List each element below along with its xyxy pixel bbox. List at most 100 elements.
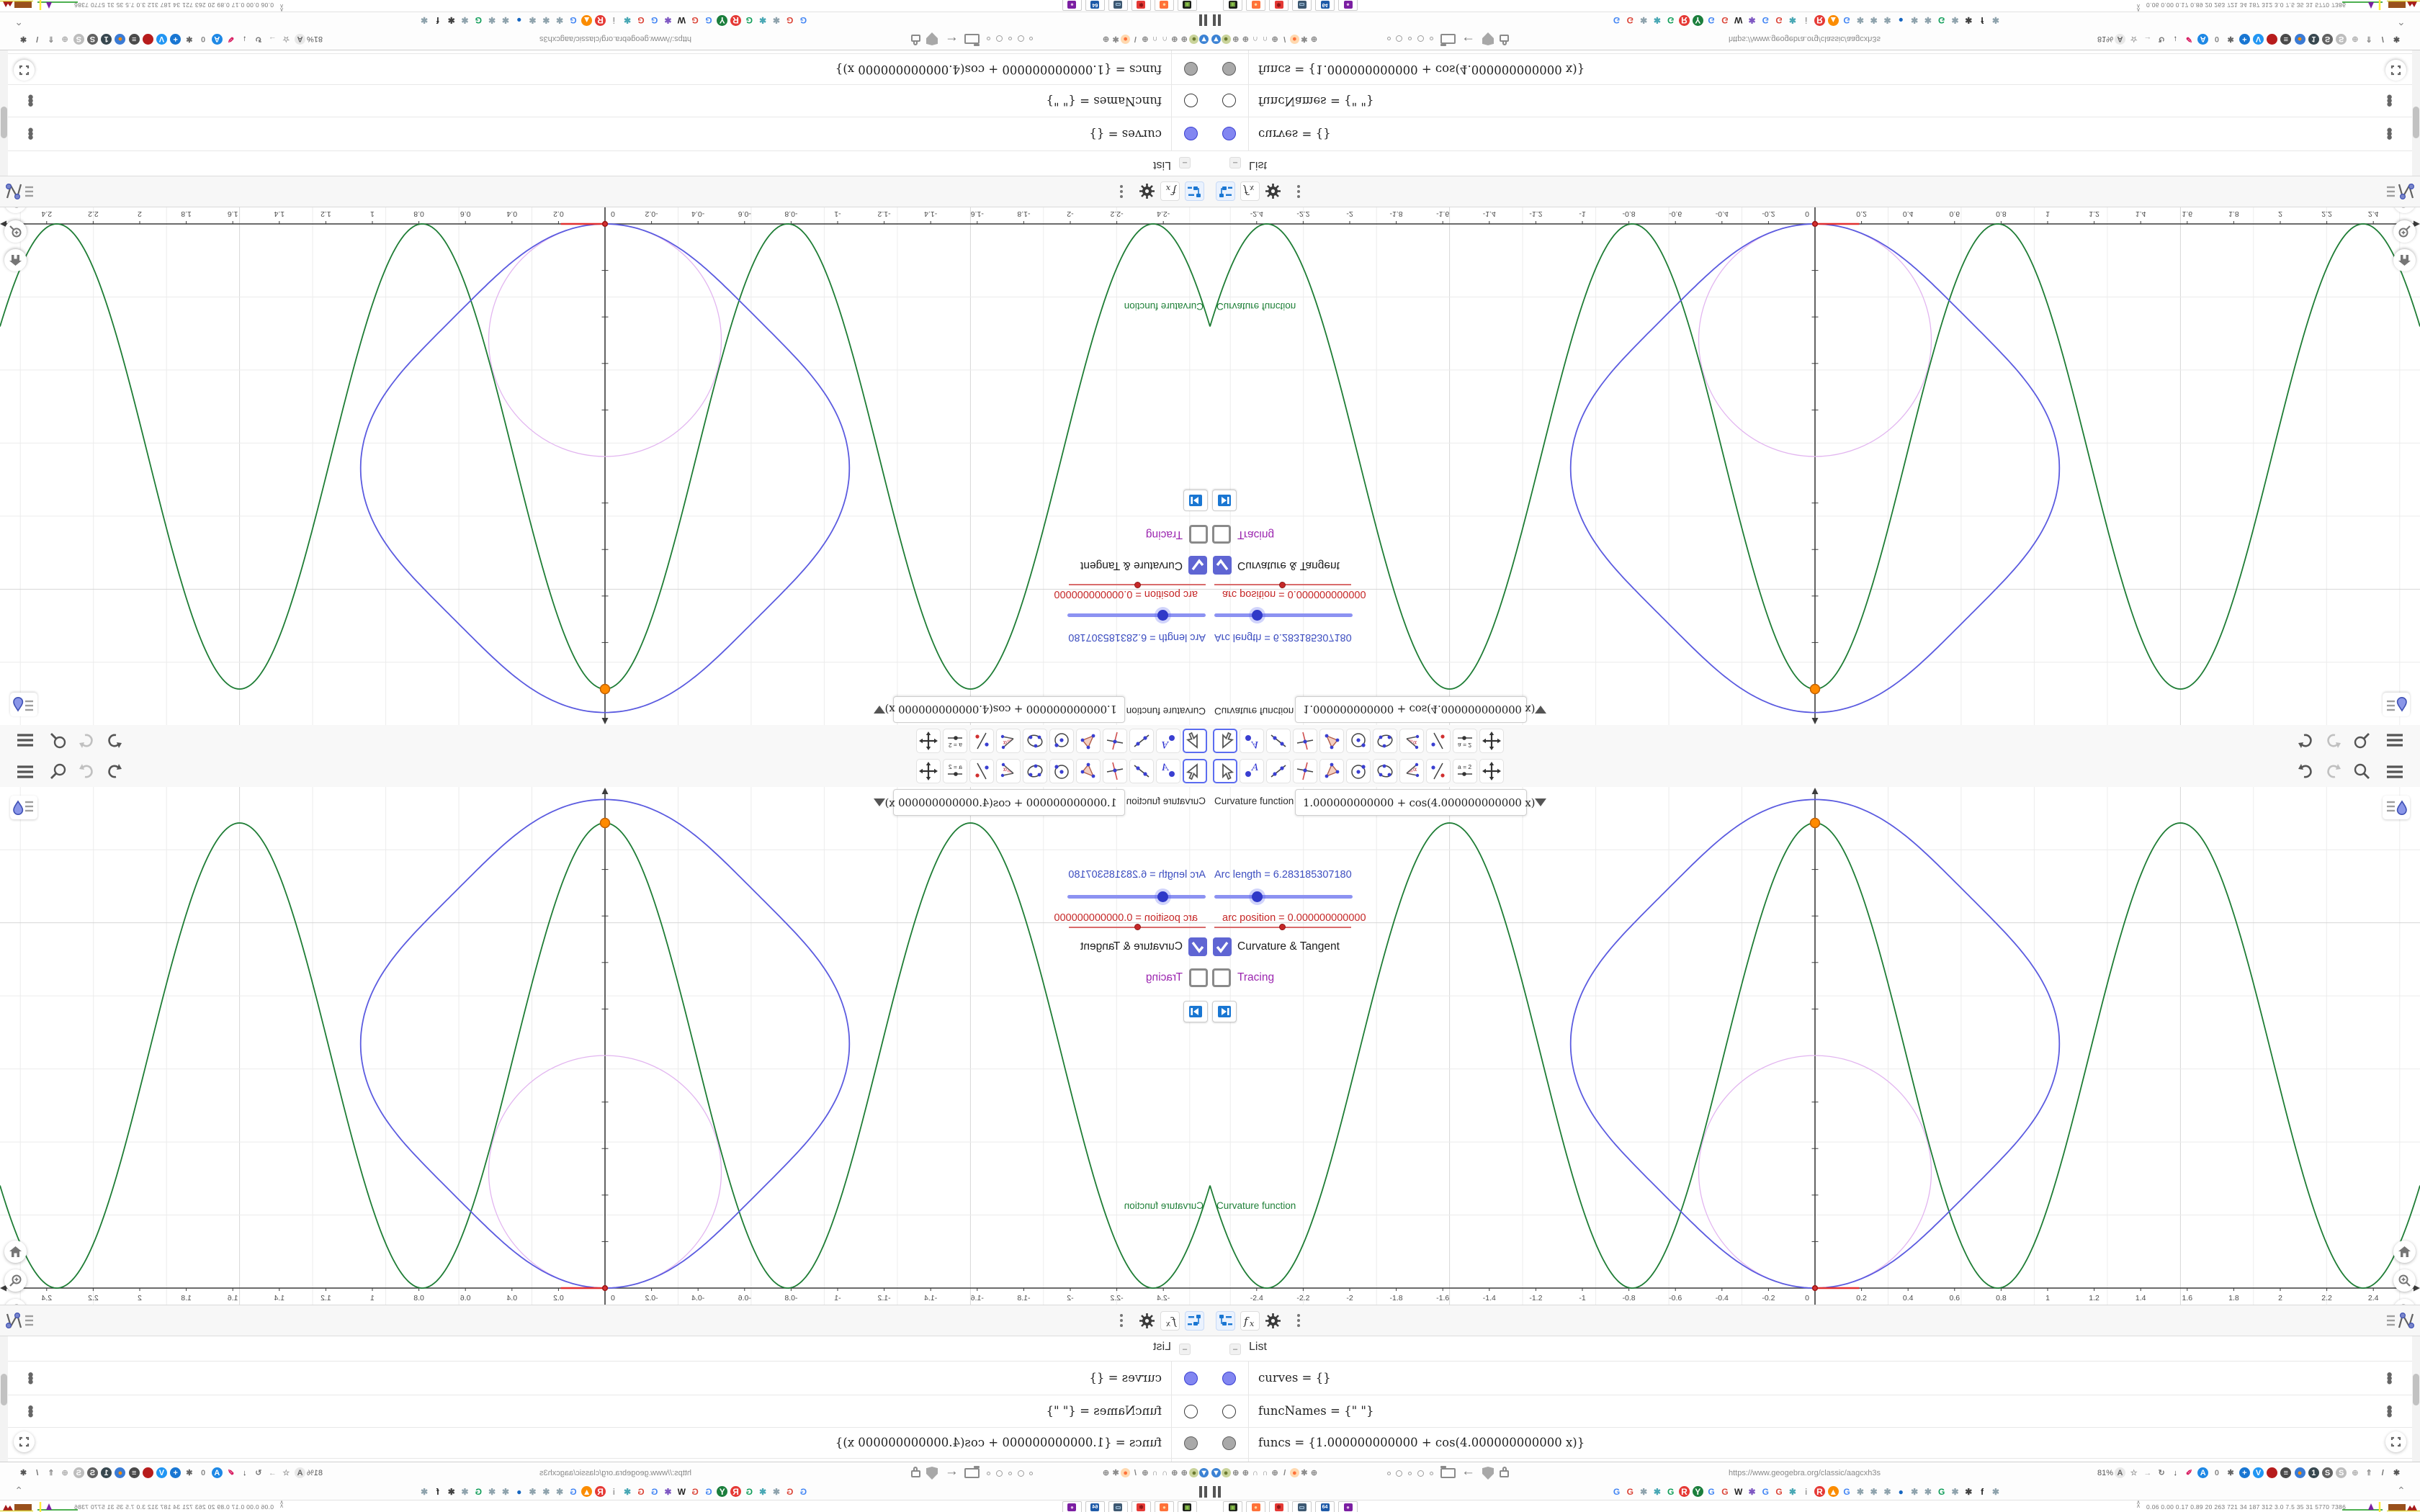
bookmark-favicon[interactable]: G (744, 15, 755, 26)
bookmark-favicon[interactable]: W (1733, 15, 1744, 26)
list-row[interactable]: funcNames = {" "} ● ● ● (1210, 1395, 2420, 1427)
folder-icon[interactable] (964, 34, 980, 44)
browser-action-icon[interactable]: ✱ (2391, 34, 2402, 45)
browser-action-icon[interactable]: ↻ (2156, 1467, 2167, 1478)
bookmark-favicon[interactable]: ✱ (1950, 1486, 1960, 1497)
tool-move-graphics[interactable] (916, 759, 941, 783)
tool-move[interactable] (1213, 729, 1237, 753)
browser-action-icon[interactable]: ≡ (2280, 1467, 2292, 1478)
bookmark-favicon[interactable]: ✱ (1909, 15, 1920, 26)
browser-action-icon[interactable]: A (2197, 34, 2209, 45)
browser-action-icon[interactable]: ≡ (128, 34, 140, 45)
bookmark-favicon[interactable]: R (730, 15, 741, 26)
play-button[interactable] (1212, 1001, 1237, 1022)
extension-icon[interactable]: ⊕ (1231, 35, 1240, 44)
extension-icon[interactable]: ⊕ (1170, 35, 1179, 44)
home-icon[interactable] (2393, 249, 2416, 271)
browser-action-icon[interactable]: ↓ (2170, 34, 2181, 45)
tool-ellipse[interactable] (1023, 759, 1047, 783)
taskbar-app-icon[interactable]: ● (1338, 0, 1358, 11)
address-bar-url[interactable]: https://www.geogebra.org/classic/aagcxh3… (539, 35, 691, 43)
bookmark-favicon[interactable]: ✱ (758, 1486, 768, 1497)
bookmark-favicon[interactable]: G (1719, 15, 1730, 26)
bookmark-favicon[interactable]: ✱ (1787, 1486, 1798, 1497)
taskbar-app-icon[interactable]: ▭ (1108, 0, 1128, 11)
tool-perpendicular[interactable] (1293, 759, 1317, 783)
graphics-canvas[interactable]: -2.4 -2.2 -2 -1.8 -1.6 -1.4 -1.2 -1 -0.8 -0.6 -0.4… (0, 787, 1210, 1305)
bookmark-favicon[interactable]: R (595, 1486, 606, 1497)
bookmark-favicon[interactable]: ▲ (1827, 15, 1839, 26)
bookmark-favicon[interactable]: f (1977, 15, 1988, 26)
extension-icon[interactable]: ● (1221, 35, 1231, 44)
bookmark-favicon[interactable]: R (595, 15, 606, 26)
browser-action-icon[interactable]: → (2142, 1467, 2153, 1478)
browser-action-icon[interactable]: ✐ (225, 34, 236, 45)
bookmark-favicon[interactable]: ✱ (1963, 1486, 1974, 1497)
graphics-stylebar-button[interactable] (10, 693, 37, 716)
visibility-dot[interactable] (1222, 94, 1236, 107)
tool-ellipse[interactable] (1373, 729, 1397, 753)
search-icon[interactable] (48, 761, 69, 783)
curvature-function-dropdown[interactable]: 1.000000000000 + cos(4.000000000000 x) (1295, 696, 1547, 723)
browser-action-icon[interactable]: ↻ (2156, 34, 2167, 45)
list-row[interactable]: funcNames = {" "} ● ● ● (0, 85, 1210, 117)
graphics-view[interactable]: -2.4 -2.2 -2 -1.8 -1.6 -1.4 -1.2 -1 -0.8 -0.6 -0.4… (0, 207, 1210, 725)
extension-icon[interactable]: / (1131, 1468, 1140, 1477)
bookmark-favicon[interactable]: ✱ (541, 1486, 552, 1497)
browser-action-icon[interactable]: ✱ (2226, 34, 2236, 45)
zoom-in-icon[interactable] (2393, 1269, 2416, 1292)
browser-action-icon[interactable]: 1 (101, 34, 112, 45)
tool-line[interactable] (1129, 729, 1154, 753)
home-icon[interactable] (4, 249, 27, 271)
scrollbar[interactable] (2412, 50, 2420, 176)
bookmark-favicon[interactable]: ✱ (1868, 1486, 1879, 1497)
folder-icon[interactable] (1440, 1466, 1456, 1478)
tool-perpendicular[interactable] (1103, 759, 1127, 783)
bookmark-favicon[interactable]: G (568, 15, 578, 26)
tool-move[interactable] (1183, 729, 1207, 753)
browser-action-icon[interactable]: ✱ (184, 34, 194, 45)
browser-action-icon[interactable]: ☆ (2128, 1467, 2139, 1478)
extension-icon[interactable]: ∩ (1150, 1468, 1160, 1477)
bookmark-favicon[interactable]: ✱ (446, 15, 457, 26)
extension-icon[interactable]: ● (1289, 1468, 1299, 1477)
taskbar-app-icon[interactable]: ▣ (1178, 0, 1197, 11)
fullscreen-button[interactable] (14, 1431, 35, 1452)
browser-action-icon[interactable]: A (295, 1467, 305, 1478)
undo-button[interactable] (104, 761, 125, 783)
bookmark-favicon[interactable]: Y (1692, 1486, 1703, 1497)
graphics-stylebar-button[interactable] (10, 796, 37, 819)
bookmark-favicon[interactable]: ✱ (1652, 1486, 1662, 1497)
gear-icon[interactable] (1137, 181, 1157, 201)
graphics-view[interactable]: -2.4 -2.2 -2 -1.8 -1.6 -1.4 -1.2 -1 -0.8 -0.6 -0.4… (1210, 787, 2420, 1305)
visibility-dot[interactable] (1184, 1405, 1198, 1418)
undo-button[interactable] (2295, 761, 2316, 783)
row-kebab-menu-icon[interactable]: ● ● ● (2386, 1403, 2393, 1421)
fullscreen-button[interactable] (14, 60, 35, 81)
taskbar-app-icon[interactable]: ● (1246, 1501, 1265, 1512)
taskbar-app-icon[interactable]: ▣ (1223, 0, 1242, 11)
bookmark-favicon[interactable]: G (649, 1486, 660, 1497)
bookmark-favicon[interactable]: ✱ (527, 1486, 538, 1497)
scrollbar-thumb[interactable] (1, 1374, 7, 1405)
bookmarks-overflow-chevron[interactable]: ⌃ (2397, 1485, 2406, 1497)
tool-circle[interactable] (1049, 759, 1074, 783)
browser-action-icon[interactable]: A (295, 34, 305, 45)
curvature-function-dropdown[interactable]: 1.000000000000 + cos(4.000000000000 x) (1295, 789, 1547, 816)
bookmark-favicon[interactable]: G (1611, 1486, 1622, 1497)
bookmark-favicon[interactable]: ✱ (1747, 15, 1757, 26)
redo-button[interactable] (76, 761, 97, 783)
graphics-stylebar-button[interactable] (2383, 693, 2410, 716)
visibility-dot[interactable] (1184, 127, 1198, 140)
taskbar-app-icon[interactable]: ● (1062, 1501, 1082, 1512)
extension-icon[interactable]: ⊕ (1140, 35, 1150, 44)
bookmark-favicon[interactable]: i (1801, 1486, 1811, 1497)
fx-view-button[interactable]: fx (1160, 1311, 1180, 1331)
row-kebab-menu-icon[interactable]: ● ● ● (27, 91, 34, 111)
tool-point[interactable]: A (1240, 729, 1264, 753)
extension-icon[interactable]: ⊕ (1140, 1468, 1150, 1477)
bookmark-favicon[interactable]: ✱ (1882, 15, 1893, 26)
browser-action-icon[interactable]: ⇑ (45, 1467, 56, 1478)
tool-move[interactable] (1213, 759, 1237, 783)
zoom-in-icon[interactable] (4, 220, 27, 243)
